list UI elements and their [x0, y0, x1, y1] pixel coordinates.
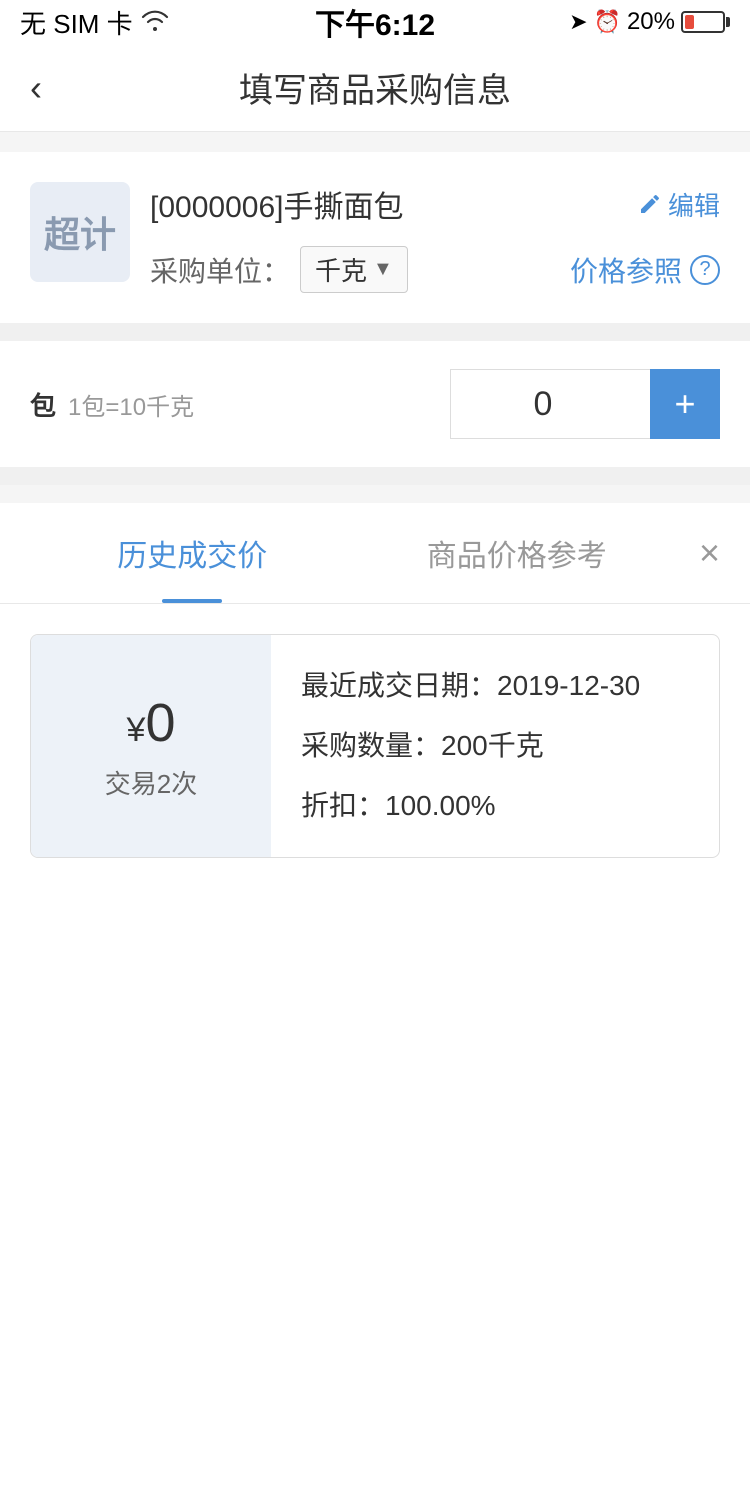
qty-label: 包 1包=10千克 — [30, 386, 194, 423]
nav-bar: ‹ 填写商品采购信息 — [0, 44, 750, 132]
wifi-icon — [141, 7, 169, 38]
network-label: 无 SIM 卡 — [20, 4, 133, 41]
tab-content: ¥0 交易2次 最近成交日期：2019-12-30 采购数量：200千克 折扣：… — [0, 604, 750, 888]
price-reference-button[interactable]: 价格参照 ? — [570, 250, 720, 290]
status-time: 下午6:12 — [315, 0, 435, 44]
qty-unit-badge: 包 — [30, 386, 56, 423]
quantity-section: 包 1包=10千克 + — [0, 341, 750, 467]
recent-date-label: 最近成交日期： — [301, 670, 497, 701]
bottom-area — [0, 888, 750, 1488]
quantity-input[interactable] — [450, 369, 650, 439]
tab-history-price[interactable]: 历史成交价 — [30, 503, 354, 603]
battery-icon — [681, 11, 730, 33]
qty-plus-button[interactable]: + — [650, 369, 720, 439]
unit-value: 千克 — [315, 251, 367, 288]
purchase-qty-value: 200千克 — [441, 730, 544, 761]
unit-label: 采购单位： — [150, 250, 290, 290]
price-card-left: ¥0 交易2次 — [31, 635, 271, 857]
product-section: 超计 [0000006]手撕面包 编辑 采购单位： 千克 ▼ 价格参照 ? — [0, 152, 750, 323]
unit-row-left: 采购单位： 千克 ▼ — [150, 246, 408, 293]
location-icon: ➤ — [569, 9, 587, 35]
tab-close-button[interactable]: × — [679, 512, 720, 594]
tab-price-reference[interactable]: 商品价格参考 — [354, 503, 678, 603]
product-icon: 超计 — [30, 182, 130, 282]
price-display: ¥0 — [127, 692, 176, 754]
product-info: [0000006]手撕面包 编辑 采购单位： 千克 ▼ 价格参照 ? — [150, 182, 720, 293]
discount-label: 折扣： — [301, 790, 385, 821]
purchase-qty-label: 采购数量： — [301, 730, 441, 761]
price-ref-icon: ? — [690, 255, 720, 285]
discount-value: 100.00% — [385, 790, 496, 821]
status-bar: 无 SIM 卡 下午6:12 ➤ ⏰ 20% — [0, 0, 750, 44]
discount-row: 折扣：100.00% — [301, 785, 689, 827]
recent-date-row: 最近成交日期：2019-12-30 — [301, 665, 689, 707]
unit-select[interactable]: 千克 ▼ — [300, 246, 408, 293]
recent-date-value: 2019-12-30 — [497, 670, 640, 701]
product-unit-row: 采购单位： 千克 ▼ 价格参照 ? — [150, 246, 720, 293]
qty-conversion: 1包=10千克 — [68, 387, 194, 422]
tab-header: 历史成交价 商品价格参考 × — [0, 503, 750, 604]
edit-button[interactable]: 编辑 — [638, 186, 720, 223]
currency-symbol: ¥ — [127, 711, 146, 749]
transaction-count: 交易2次 — [105, 764, 197, 801]
purchase-qty-row: 采购数量：200千克 — [301, 725, 689, 767]
tab-price-ref-label: 商品价格参考 — [427, 540, 607, 573]
product-thumbnail: 超计 — [44, 206, 116, 258]
page-title: 填写商品采购信息 — [239, 63, 511, 112]
divider-1 — [0, 323, 750, 341]
price-ref-label: 价格参照 — [570, 250, 682, 290]
divider-2 — [0, 467, 750, 485]
edit-label: 编辑 — [668, 186, 720, 223]
product-header: [0000006]手撕面包 编辑 — [150, 182, 720, 226]
edit-icon — [638, 192, 662, 216]
product-name: [0000006]手撕面包 — [150, 182, 403, 226]
price-card-right: 最近成交日期：2019-12-30 采购数量：200千克 折扣：100.00% — [271, 635, 719, 857]
tab-section: 历史成交价 商品价格参考 × ¥0 交易2次 最近成交日期：2019-12-30… — [0, 503, 750, 888]
back-button[interactable]: ‹ — [30, 67, 42, 109]
tab-history-label: 历史成交价 — [117, 540, 267, 573]
price-card: ¥0 交易2次 最近成交日期：2019-12-30 采购数量：200千克 折扣：… — [30, 634, 720, 858]
qty-input-group: + — [450, 369, 720, 439]
battery-percent: 20% — [627, 8, 675, 36]
status-right: ➤ ⏰ 20% — [569, 8, 730, 36]
alarm-icon: ⏰ — [594, 9, 621, 35]
dropdown-icon: ▼ — [373, 258, 393, 281]
status-left: 无 SIM 卡 — [20, 4, 169, 41]
price-amount: 0 — [145, 693, 175, 753]
